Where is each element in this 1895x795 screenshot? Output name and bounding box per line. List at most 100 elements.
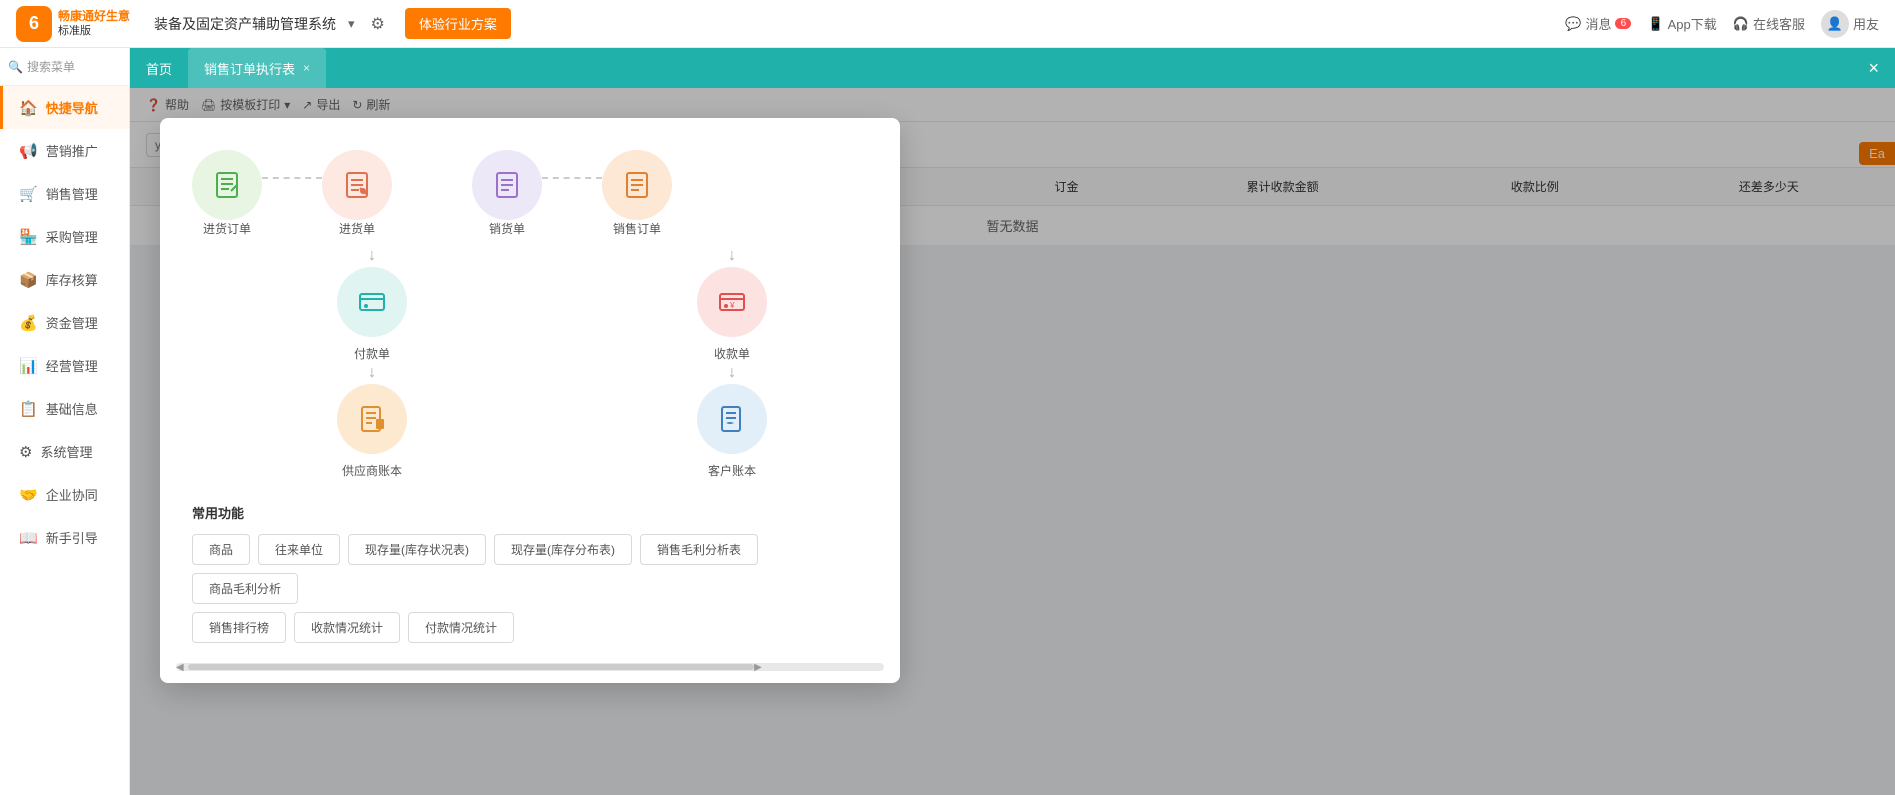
scroll-right-icon[interactable]: ▶ <box>754 662 762 673</box>
func-btn-product[interactable]: 商品 <box>192 534 250 565</box>
sidebar-item-base-info[interactable]: 📋 基础信息 <box>0 387 129 430</box>
content-area: 首页 销售订单执行表 × × ❓ 帮助 🖨 按模板打印 <box>130 48 1895 795</box>
flow-node-sales-slip[interactable]: 销货单 <box>472 150 542 237</box>
down-arrow-3: ↓ <box>368 364 376 382</box>
top-bar: 6 畅康通好生意 标准版 装备及固定资产辅助管理系统 ▾ ⚙ 体验行业方案 💬 … <box>0 0 1895 48</box>
flow-row-1: 进货订单 <box>192 150 868 237</box>
finance-icon: 💰 <box>19 314 38 332</box>
sidebar-item-inventory[interactable]: 📦 库存核算 <box>0 258 129 301</box>
base-info-icon: 📋 <box>19 400 38 418</box>
tab-sales-order[interactable]: 销售订单执行表 × <box>188 48 326 88</box>
tab-close-icon[interactable]: × <box>303 61 310 75</box>
sidebar-search[interactable]: 🔍 搜索菜单 <box>0 48 129 86</box>
payment-slip-circle[interactable] <box>337 267 407 337</box>
system-dropdown-icon[interactable]: ▾ <box>348 16 355 32</box>
message-icon: 💬 <box>1565 16 1581 32</box>
sales-order-label: 销售订单 <box>613 220 661 237</box>
purchase-slip-circle <box>322 150 392 220</box>
common-func-section: 常用功能 商品 往来单位 现存量(库存状况表) 现存量(库存分布表) 销售毛利分… <box>192 503 868 643</box>
flow-row-2-arrows: ↓ 付款单 <box>312 245 868 362</box>
scroll-left-icon[interactable]: ◀ <box>176 662 184 673</box>
sidebar-item-collab[interactable]: 🤝 企业协同 <box>0 473 129 516</box>
func-btn-inventory-dist[interactable]: 现存量(库存分布表) <box>494 534 632 565</box>
svg-text:¥: ¥ <box>729 301 735 310</box>
tab-bar: 首页 销售订单执行表 × × <box>130 48 1895 88</box>
collab-icon: 🤝 <box>19 486 38 504</box>
app-download-item[interactable]: 📱 App下载 <box>1647 14 1716 33</box>
func-btn-receipt-stats[interactable]: 收款情况统计 <box>294 612 400 643</box>
func-btn-product-gross[interactable]: 商品毛利分析 <box>192 573 298 604</box>
purchase-icon: 🏪 <box>19 228 38 246</box>
headset-icon: 🎧 <box>1733 16 1749 32</box>
sidebar-item-guide[interactable]: 📖 新手引导 <box>0 516 129 559</box>
supplier-ledger-circle[interactable] <box>337 384 407 454</box>
avatar: 👤 <box>1821 10 1849 38</box>
supplier-ledger-label: 供应商账本 <box>342 462 402 479</box>
flow-row-3: ↓ <box>312 362 868 479</box>
top-bar-right: 💬 消息 6 📱 App下载 🎧 在线客服 👤 用友 <box>1565 10 1879 38</box>
down-arrow-2: ↓ <box>728 247 736 265</box>
receipt-slip-circle[interactable]: ¥ <box>697 267 767 337</box>
inventory-icon: 📦 <box>19 271 38 289</box>
marketing-icon: 📢 <box>19 142 38 160</box>
purchase-slip-label: 进货单 <box>339 220 375 237</box>
sales-order-circle <box>602 150 672 220</box>
func-btn-inventory-status[interactable]: 现存量(库存状况表) <box>348 534 486 565</box>
sidebar-item-sales[interactable]: 🛒 销售管理 <box>0 172 129 215</box>
sidebar-item-operations[interactable]: 📊 经营管理 <box>0 344 129 387</box>
search-inner[interactable]: 🔍 搜索菜单 <box>8 58 121 75</box>
logo-text: 畅康通好生意 标准版 <box>58 9 130 39</box>
top-bar-left: 装备及固定资产辅助管理系统 ▾ ⚙ 体验行业方案 <box>146 8 511 39</box>
settings-icon[interactable]: ⚙ <box>371 14 385 34</box>
main-area: 🔍 搜索菜单 🏠 快捷导航 📢 营销推广 🛒 销售管理 🏪 采购管理 <box>0 48 1895 795</box>
func-buttons-row-2: 销售排行榜 收款情况统计 付款情况统计 <box>192 612 868 643</box>
sales-slip-label: 销货单 <box>489 220 525 237</box>
customer-ledger-label: 客户账本 <box>708 462 756 479</box>
func-btn-sales-rank[interactable]: 销售排行榜 <box>192 612 286 643</box>
arrow-h-2 <box>542 178 602 180</box>
tab-home[interactable]: 首页 <box>130 48 188 88</box>
down-arrow-4: ↓ <box>728 364 736 382</box>
func-btn-partner[interactable]: 往来单位 <box>258 534 340 565</box>
func-btn-payment-stats[interactable]: 付款情况统计 <box>408 612 514 643</box>
operations-icon: 📊 <box>19 357 38 375</box>
common-func-title: 常用功能 <box>192 503 868 522</box>
message-item[interactable]: 💬 消息 6 <box>1565 14 1631 33</box>
sales-slip-circle <box>472 150 542 220</box>
modal-scrollbar[interactable]: ◀ ▶ <box>176 663 884 671</box>
sales-icon: 🛒 <box>19 185 38 203</box>
content-body: ❓ 帮助 🖨 按模板打印 ▾ ↗ 导出 ↻ 刷新 <box>130 88 1895 795</box>
system-name: 装备及固定资产辅助管理系统 <box>154 14 336 34</box>
sidebar-item-purchase[interactable]: 🏪 采购管理 <box>0 215 129 258</box>
arrow-h-1 <box>262 178 322 180</box>
sidebar-item-quick-nav[interactable]: 🏠 快捷导航 <box>0 86 129 129</box>
receipt-slip-label: 收款单 <box>714 345 750 362</box>
phone-icon: 📱 <box>1647 16 1663 32</box>
trial-button[interactable]: 体验行业方案 <box>405 8 511 39</box>
modal-overlay[interactable]: 进货订单 <box>130 88 1895 795</box>
logo-icon: 6 <box>16 6 52 42</box>
user-item[interactable]: 👤 用友 <box>1821 10 1879 38</box>
sidebar-item-finance[interactable]: 💰 资金管理 <box>0 301 129 344</box>
flow-node-purchase-order[interactable]: 进货订单 <box>192 150 262 237</box>
customer-ledger-circle[interactable] <box>697 384 767 454</box>
sidebar-item-system[interactable]: ⚙ 系统管理 <box>0 430 129 473</box>
app-container: 6 畅康通好生意 标准版 装备及固定资产辅助管理系统 ▾ ⚙ 体验行业方案 💬 … <box>0 0 1895 795</box>
search-icon: 🔍 <box>8 60 23 74</box>
message-badge: 6 <box>1615 18 1631 29</box>
sidebar-item-marketing[interactable]: 📢 营销推广 <box>0 129 129 172</box>
online-service-item[interactable]: 🎧 在线客服 <box>1733 14 1805 33</box>
scrollbar-thumb[interactable] <box>188 664 754 670</box>
sidebar: 🔍 搜索菜单 🏠 快捷导航 📢 营销推广 🛒 销售管理 🏪 采购管理 <box>0 48 130 795</box>
modal: 进货订单 <box>160 118 900 683</box>
func-btn-sales-gross[interactable]: 销售毛利分析表 <box>640 534 758 565</box>
purchase-order-label: 进货订单 <box>203 220 251 237</box>
tab-bar-close-icon[interactable]: × <box>1868 58 1879 79</box>
home-icon: 🏠 <box>19 99 38 117</box>
flow-node-purchase-slip[interactable]: 进货单 <box>322 150 392 237</box>
down-arrow-1: ↓ <box>368 247 376 265</box>
logo-area: 6 畅康通好生意 标准版 <box>16 6 146 42</box>
payment-slip-label: 付款单 <box>354 345 390 362</box>
flow-node-sales-order[interactable]: 销售订单 <box>602 150 672 237</box>
system-icon: ⚙ <box>19 443 32 461</box>
